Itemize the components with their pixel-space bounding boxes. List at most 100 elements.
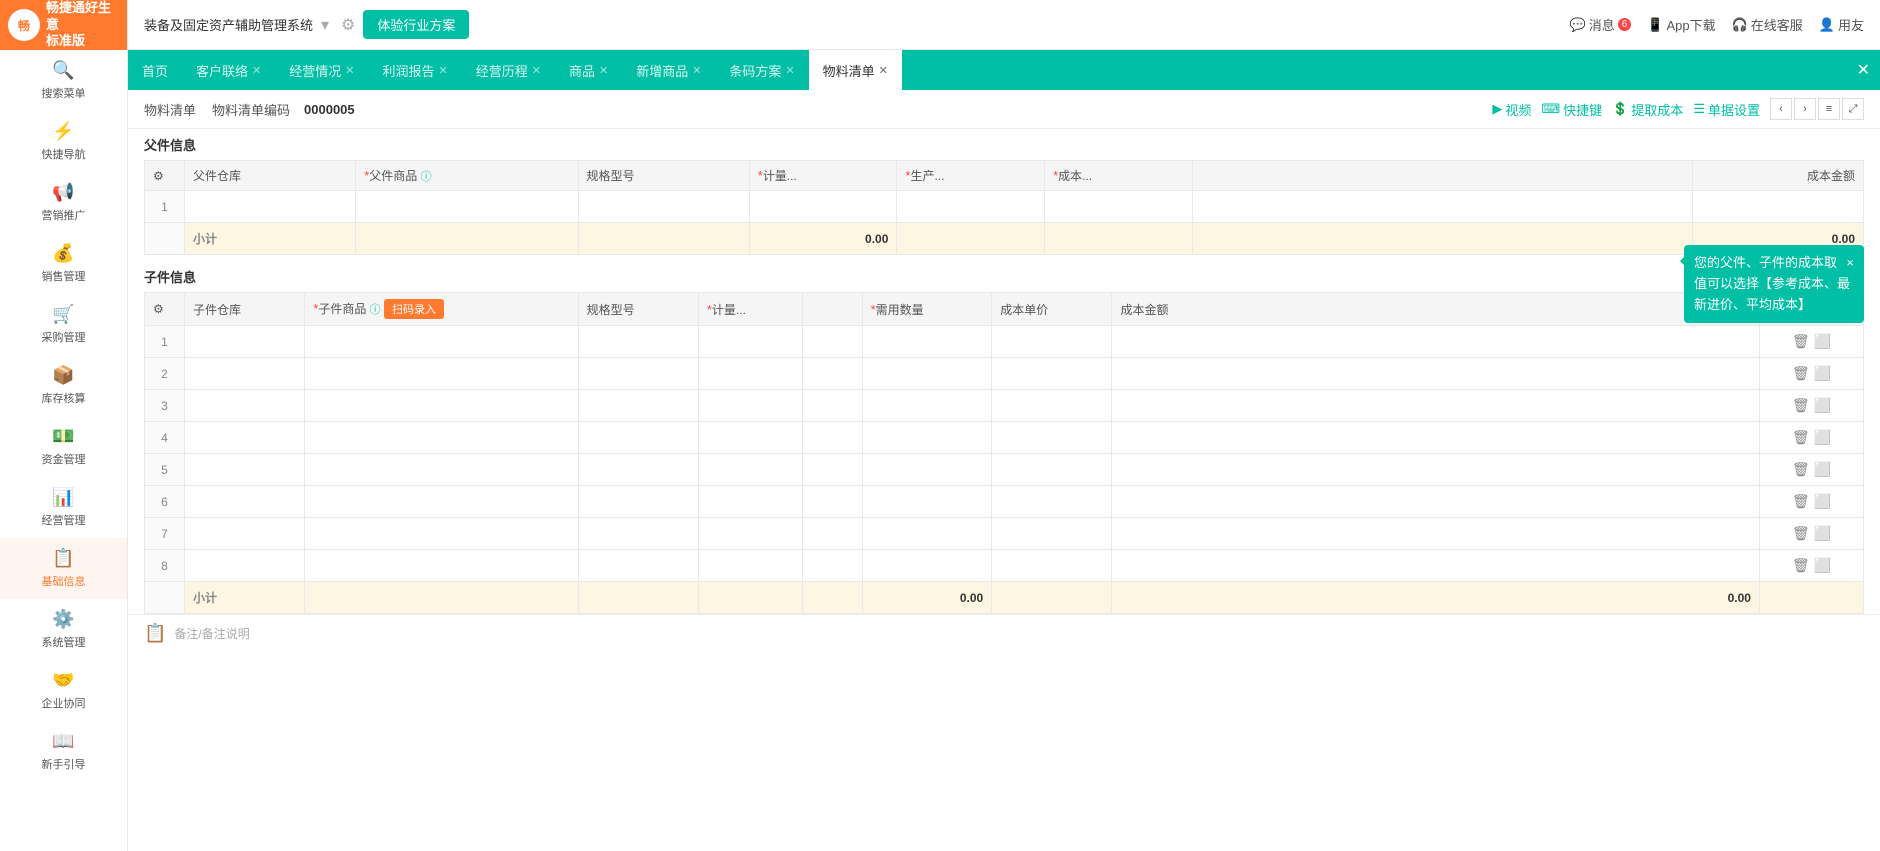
cost-button[interactable]: 💲 提取成本 xyxy=(1612,100,1683,119)
tab-5[interactable]: 商品✕ xyxy=(555,50,622,90)
sidebar-item-8[interactable]: 📋基础信息 xyxy=(0,538,127,599)
sidebar-item-10[interactable]: 🤝企业协同 xyxy=(0,660,127,721)
child-cell-product-1[interactable] xyxy=(305,326,578,358)
parent-cell-qty-1[interactable] xyxy=(749,191,897,223)
settings-icon[interactable]: ⚙ xyxy=(341,15,355,35)
child-delete-icon-1[interactable]: 🗑 xyxy=(1792,333,1810,350)
child-cell-warehouse-6[interactable] xyxy=(185,486,305,518)
child-cell-need-qty-7[interactable] xyxy=(862,518,992,550)
parent-cell-produce-1[interactable] xyxy=(897,191,1045,223)
child-cell-warehouse-4[interactable] xyxy=(185,422,305,454)
child-copy-icon-7[interactable]: ⬜ xyxy=(1814,525,1831,542)
child-copy-icon-1[interactable]: ⬜ xyxy=(1814,333,1831,350)
child-cell-need-qty-3[interactable] xyxy=(862,390,992,422)
child-cell-product-7[interactable] xyxy=(305,518,578,550)
nav-prev-button[interactable]: ‹ xyxy=(1770,98,1792,120)
tab-close-6[interactable]: ✕ xyxy=(692,64,701,77)
online-service-button[interactable]: 🎧 在线客服 xyxy=(1732,15,1803,34)
child-cell-product-6[interactable] xyxy=(305,486,578,518)
child-cell-warehouse-1[interactable] xyxy=(185,326,305,358)
child-cell-spec-6[interactable] xyxy=(578,486,698,518)
sidebar-item-11[interactable]: 📖新手引导 xyxy=(0,721,127,782)
child-cell-qty-1[interactable] xyxy=(698,326,802,358)
sidebar-item-0[interactable]: 🔍搜索菜单 xyxy=(0,50,127,111)
child-cell-warehouse-2[interactable] xyxy=(185,358,305,390)
child-cell-spec-8[interactable] xyxy=(578,550,698,582)
tab-close-all[interactable]: ✕ xyxy=(1847,60,1880,80)
child-cell-need-qty-5[interactable] xyxy=(862,454,992,486)
child-cell-warehouse-7[interactable] xyxy=(185,518,305,550)
child-cell-qty-3[interactable] xyxy=(698,390,802,422)
app-download-button[interactable]: 📱 App下载 xyxy=(1647,15,1715,34)
child-delete-icon-7[interactable]: 🗑 xyxy=(1792,525,1810,542)
sidebar-item-1[interactable]: ⚡快捷导航 xyxy=(0,111,127,172)
parent-col-settings[interactable]: ⚙ xyxy=(145,161,185,191)
child-copy-icon-3[interactable]: ⬜ xyxy=(1814,397,1831,414)
breadcrumb-item-1[interactable]: 物料清单 xyxy=(144,100,196,119)
child-cell-spec-5[interactable] xyxy=(578,454,698,486)
tab-close-4[interactable]: ✕ xyxy=(532,64,541,77)
child-cell-need-qty-8[interactable] xyxy=(862,550,992,582)
child-copy-icon-5[interactable]: ⬜ xyxy=(1814,461,1831,478)
scan-button[interactable]: 扫码录入 xyxy=(384,299,444,319)
dropdown-icon[interactable]: ▾ xyxy=(321,15,329,35)
nav-next-button[interactable]: › xyxy=(1794,98,1816,120)
sidebar-item-4[interactable]: 🛒采购管理 xyxy=(0,294,127,355)
parent-cell-warehouse-1[interactable] xyxy=(185,191,356,223)
tab-close-1[interactable]: ✕ xyxy=(252,64,261,77)
tab-close-8[interactable]: ✕ xyxy=(879,64,888,77)
child-delete-icon-6[interactable]: 🗑 xyxy=(1792,493,1810,510)
tab-7[interactable]: 条码方案✕ xyxy=(715,50,808,90)
child-delete-icon-4[interactable]: 🗑 xyxy=(1792,429,1810,446)
child-delete-icon-2[interactable]: 🗑 xyxy=(1792,365,1810,382)
child-delete-icon-5[interactable]: 🗑 xyxy=(1792,461,1810,478)
tab-close-7[interactable]: ✕ xyxy=(785,64,794,77)
child-cell-need-qty-1[interactable] xyxy=(862,326,992,358)
child-copy-icon-2[interactable]: ⬜ xyxy=(1814,365,1831,382)
child-copy-icon-8[interactable]: ⬜ xyxy=(1814,557,1831,574)
tab-8[interactable]: 物料清单✕ xyxy=(809,50,902,90)
parent-cell-spec-1[interactable] xyxy=(578,191,749,223)
child-cell-need-qty-6[interactable] xyxy=(862,486,992,518)
child-copy-icon-4[interactable]: ⬜ xyxy=(1814,429,1831,446)
tab-3[interactable]: 利润报告✕ xyxy=(368,50,461,90)
user-button[interactable]: 👤 用友 xyxy=(1819,15,1864,34)
child-cell-qty-8[interactable] xyxy=(698,550,802,582)
setting-button[interactable]: ☰ 单据设置 xyxy=(1693,100,1760,119)
sidebar-item-5[interactable]: 📦库存核算 xyxy=(0,355,127,416)
child-cell-spec-3[interactable] xyxy=(578,390,698,422)
sidebar-item-6[interactable]: 💵资金管理 xyxy=(0,416,127,477)
child-cell-need-qty-2[interactable] xyxy=(862,358,992,390)
sidebar-item-2[interactable]: 📢营销推广 xyxy=(0,172,127,233)
child-cell-spec-4[interactable] xyxy=(578,422,698,454)
child-cell-spec-7[interactable] xyxy=(578,518,698,550)
child-copy-icon-6[interactable]: ⬜ xyxy=(1814,493,1831,510)
tab-1[interactable]: 客户联络✕ xyxy=(182,50,275,90)
child-delete-icon-3[interactable]: 🗑 xyxy=(1792,397,1810,414)
view-button[interactable]: ▶ 视频 xyxy=(1492,100,1531,119)
shortcut-button[interactable]: ⌨ 快捷键 xyxy=(1541,100,1602,119)
child-cell-need-qty-4[interactable] xyxy=(862,422,992,454)
child-cell-product-3[interactable] xyxy=(305,390,578,422)
tab-0[interactable]: 首页 xyxy=(128,50,182,90)
child-cell-spec-1[interactable] xyxy=(578,326,698,358)
tab-close-3[interactable]: ✕ xyxy=(439,64,448,77)
child-cell-warehouse-3[interactable] xyxy=(185,390,305,422)
child-cell-qty-5[interactable] xyxy=(698,454,802,486)
child-delete-icon-8[interactable]: 🗑 xyxy=(1792,557,1810,574)
child-col-settings[interactable]: ⚙ xyxy=(145,293,185,326)
tab-close-2[interactable]: ✕ xyxy=(345,64,354,77)
child-cell-product-2[interactable] xyxy=(305,358,578,390)
trial-button[interactable]: 体验行业方案 xyxy=(363,10,469,39)
child-cell-qty-7[interactable] xyxy=(698,518,802,550)
tab-2[interactable]: 经营情况✕ xyxy=(275,50,368,90)
child-cell-product-8[interactable] xyxy=(305,550,578,582)
parent-cell-product-1[interactable] xyxy=(356,191,578,223)
tab-close-5[interactable]: ✕ xyxy=(599,64,608,77)
parent-cell-cost-1[interactable] xyxy=(1045,191,1193,223)
sidebar-item-3[interactable]: 💰销售管理 xyxy=(0,233,127,294)
child-cell-qty-2[interactable] xyxy=(698,358,802,390)
nav-expand-button[interactable]: ⤢ xyxy=(1842,98,1864,120)
sidebar-item-7[interactable]: 📊经营管理 xyxy=(0,477,127,538)
sidebar-item-9[interactable]: ⚙️系统管理 xyxy=(0,599,127,660)
